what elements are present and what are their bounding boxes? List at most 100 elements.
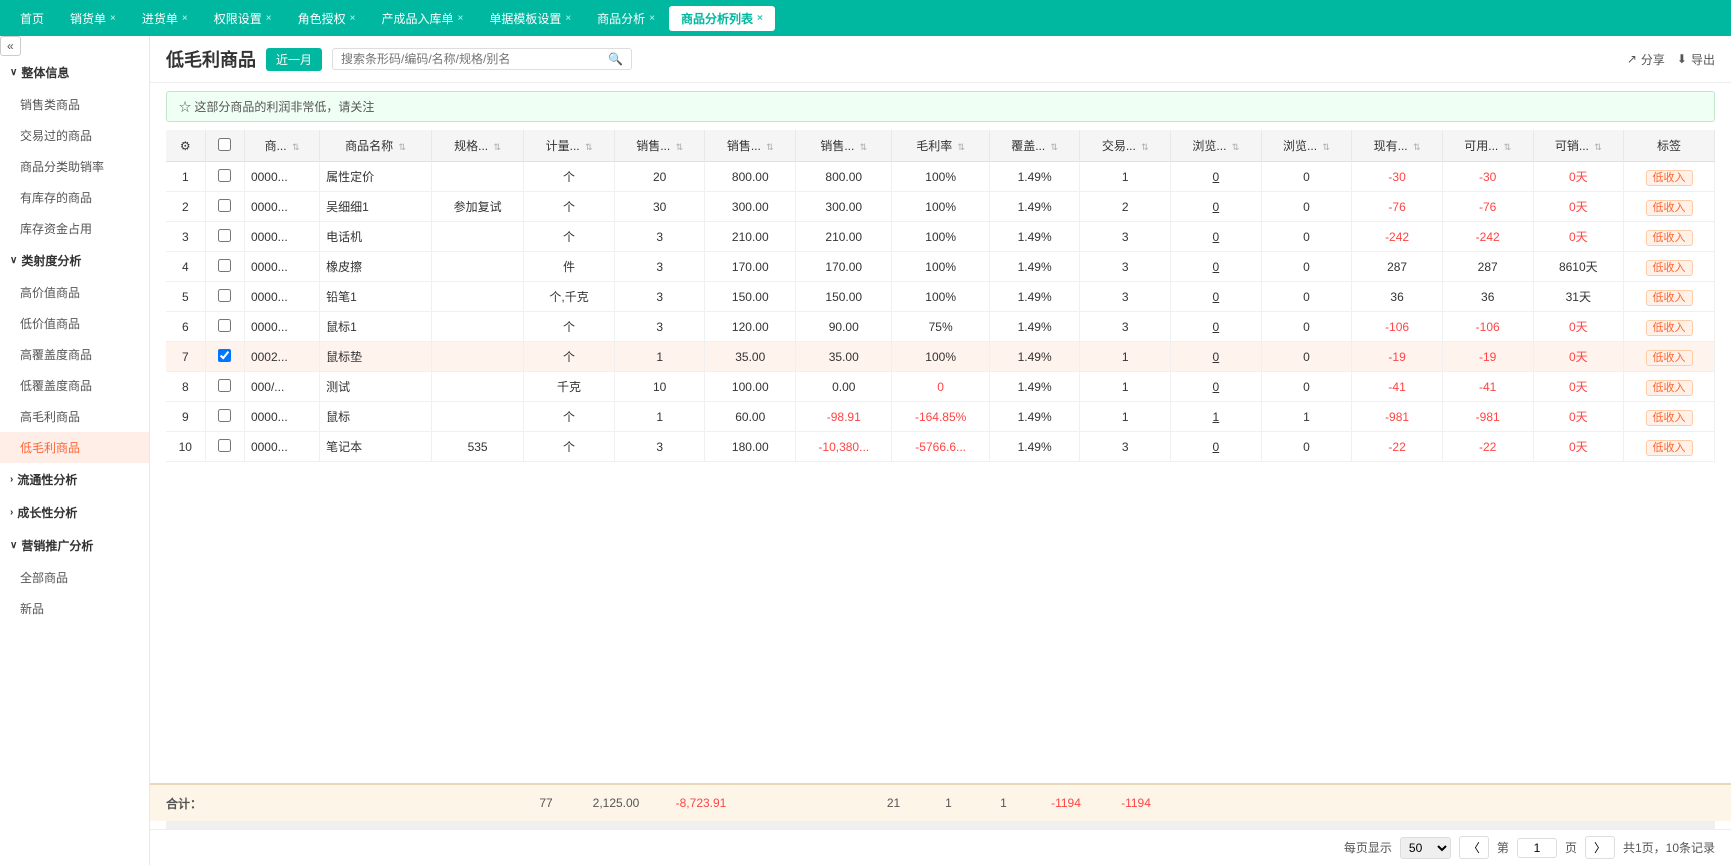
row-checkbox-cell[interactable] <box>205 372 244 402</box>
nav-purchase-order[interactable]: 进货单 × <box>130 6 200 31</box>
col-settings[interactable]: ⚙ <box>166 130 205 162</box>
col-sales-amt[interactable]: 销售... ⇅ <box>705 130 796 162</box>
col-current-stock[interactable]: 现有... ⇅ <box>1352 130 1443 162</box>
col-code[interactable]: 商... ⇅ <box>244 130 319 162</box>
col-gross-margin[interactable]: 毛利率 ⇅ <box>892 130 989 162</box>
row-checkbox-cell[interactable] <box>205 192 244 222</box>
sidebar-group-growth[interactable]: › 成长性分析 <box>0 496 149 529</box>
row-checkbox[interactable] <box>218 379 231 392</box>
close-icon[interactable]: × <box>350 13 356 24</box>
close-icon[interactable]: × <box>182 13 188 24</box>
close-icon[interactable]: × <box>110 13 116 24</box>
horizontal-scrollbar[interactable] <box>166 821 1715 829</box>
sidebar-item-capital-occupied[interactable]: 库存资金占用 <box>0 213 149 244</box>
row-checkbox-cell[interactable] <box>205 252 244 282</box>
row-name: 铅笔1 <box>320 282 432 312</box>
col-unit[interactable]: 计量... ⇅ <box>524 130 615 162</box>
row-checkbox[interactable] <box>218 289 231 302</box>
col-avail-stock[interactable]: 可用... ⇅ <box>1442 130 1533 162</box>
close-icon[interactable]: × <box>457 13 463 24</box>
sidebar-item-all-products[interactable]: 全部商品 <box>0 562 149 593</box>
export-button[interactable]: ⬇ 导出 <box>1677 51 1715 68</box>
prev-page-button[interactable]: 〈 <box>1459 836 1489 859</box>
row-view-count1[interactable]: 0 <box>1171 282 1262 312</box>
sidebar-item-low-coverage[interactable]: 低覆盖度商品 <box>0 370 149 401</box>
sidebar-item-low-margin[interactable]: 低毛利商品 <box>0 432 149 463</box>
nav-template-settings[interactable]: 单据模板设置 × <box>477 6 583 31</box>
row-checkbox[interactable] <box>218 259 231 272</box>
row-checkbox[interactable] <box>218 199 231 212</box>
sidebar-group-circulation[interactable]: › 流通性分析 <box>0 463 149 496</box>
row-spec: 参加复试 <box>431 192 523 222</box>
row-view-count1[interactable]: 0 <box>1171 342 1262 372</box>
date-filter-button[interactable]: 近一月 <box>266 48 322 71</box>
sidebar-item-new-products[interactable]: 新品 <box>0 593 149 624</box>
col-view-count1[interactable]: 浏览... ⇅ <box>1171 130 1262 162</box>
next-page-button[interactable]: 〉 <box>1585 836 1615 859</box>
close-icon[interactable]: × <box>266 13 272 24</box>
sidebar-item-high-margin[interactable]: 高毛利商品 <box>0 401 149 432</box>
nav-product-entry[interactable]: 产成品入库单 × <box>369 6 475 31</box>
col-saleable-days[interactable]: 可销... ⇅ <box>1533 130 1624 162</box>
row-view-count1[interactable]: 0 <box>1171 432 1262 462</box>
col-view-count2[interactable]: 浏览... ⇅ <box>1261 130 1352 162</box>
nav-product-analysis[interactable]: 商品分析 × <box>585 6 667 31</box>
share-button[interactable]: ↗ 分享 <box>1627 51 1665 68</box>
col-coverage[interactable]: 覆盖... ⇅ <box>989 130 1080 162</box>
row-view-count1[interactable]: 0 <box>1171 252 1262 282</box>
search-input[interactable] <box>341 52 608 66</box>
row-checkbox-cell[interactable] <box>205 342 244 372</box>
row-view-count1[interactable]: 1 <box>1171 402 1262 432</box>
row-checkbox-cell[interactable] <box>205 162 244 192</box>
row-checkbox[interactable] <box>218 229 231 242</box>
row-gross-margin: -5766.6... <box>892 432 989 462</box>
sidebar-item-high-coverage[interactable]: 高覆盖度商品 <box>0 339 149 370</box>
row-unit: 个 <box>524 342 615 372</box>
sidebar-item-traded-products[interactable]: 交易过的商品 <box>0 120 149 151</box>
close-icon[interactable]: × <box>565 13 571 24</box>
row-checkbox-cell[interactable] <box>205 282 244 312</box>
sidebar-item-in-stock[interactable]: 有库存的商品 <box>0 182 149 213</box>
sidebar-item-sales-products[interactable]: 销售类商品 <box>0 89 149 120</box>
nav-home[interactable]: 首页 <box>8 6 56 31</box>
page-number-input[interactable] <box>1517 838 1557 858</box>
sidebar-item-high-value[interactable]: 高价值商品 <box>0 277 149 308</box>
row-checkbox-cell[interactable] <box>205 402 244 432</box>
col-tx-count[interactable]: 交易... ⇅ <box>1080 130 1171 162</box>
collapse-sidebar-button[interactable]: « <box>0 36 21 56</box>
row-view-count1[interactable]: 0 <box>1171 162 1262 192</box>
close-icon[interactable]: × <box>649 13 655 24</box>
sidebar-group-overall[interactable]: ∨ 整体信息 <box>0 56 149 89</box>
nav-role-auth[interactable]: 角色授权 × <box>286 6 368 31</box>
sidebar-group-coverage[interactable]: ∨ 类射度分析 <box>0 244 149 277</box>
search-icon[interactable]: 🔍 <box>608 52 623 66</box>
per-page-select[interactable]: 50 10 20 100 <box>1400 837 1451 859</box>
close-icon[interactable]: × <box>757 13 763 24</box>
row-view-count1[interactable]: 0 <box>1171 192 1262 222</box>
row-checkbox-cell[interactable] <box>205 312 244 342</box>
row-checkbox[interactable] <box>218 349 231 362</box>
row-checkbox[interactable] <box>218 319 231 332</box>
nav-sales-order[interactable]: 销货单 × <box>58 6 128 31</box>
sidebar-group-marketing[interactable]: ∨ 营销推广分析 <box>0 529 149 562</box>
row-checkbox[interactable] <box>218 409 231 422</box>
col-sales-qty[interactable]: 销售... ⇅ <box>614 130 705 162</box>
col-spec[interactable]: 规格... ⇅ <box>431 130 523 162</box>
row-sales-qty: 1 <box>614 342 705 372</box>
row-checkbox-cell[interactable] <box>205 222 244 252</box>
col-sales-profit[interactable]: 销售... ⇅ <box>796 130 892 162</box>
col-name[interactable]: 商品名称 ⇅ <box>320 130 432 162</box>
row-view-count1[interactable]: 0 <box>1171 222 1262 252</box>
select-all-checkbox[interactable] <box>218 138 231 151</box>
sidebar-item-low-value[interactable]: 低价值商品 <box>0 308 149 339</box>
row-view-count1[interactable]: 0 <box>1171 312 1262 342</box>
row-checkbox[interactable] <box>218 169 231 182</box>
search-box[interactable]: 🔍 <box>332 48 632 70</box>
nav-product-analysis-list[interactable]: 商品分析列表 × <box>669 6 775 31</box>
row-checkbox[interactable] <box>218 439 231 452</box>
col-checkbox[interactable] <box>205 130 244 162</box>
row-view-count1[interactable]: 0 <box>1171 372 1262 402</box>
row-checkbox-cell[interactable] <box>205 432 244 462</box>
sidebar-item-category-sales-rate[interactable]: 商品分类助销率 <box>0 151 149 182</box>
nav-permission-settings[interactable]: 权限设置 × <box>202 6 284 31</box>
